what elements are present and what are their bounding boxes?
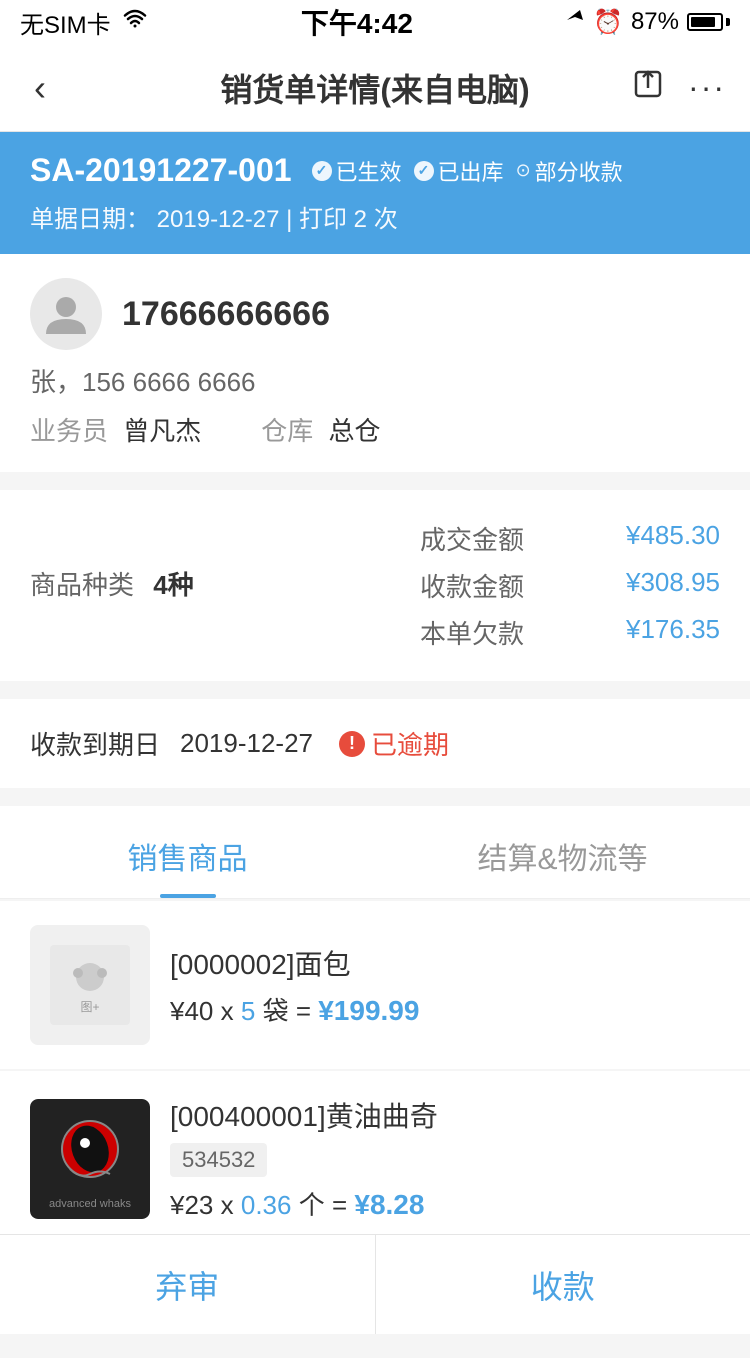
svg-text:advanced whaks: advanced whaks bbox=[49, 1198, 131, 1210]
bottom-bar: 弃审 收款 bbox=[0, 1234, 750, 1334]
customer-meta: 业务员 曾凡杰 仓库 总仓 bbox=[30, 411, 720, 448]
product-sku-2: 534532 bbox=[170, 1143, 267, 1177]
stats-left: 商品种类 4种 bbox=[30, 520, 194, 651]
battery-icon bbox=[687, 13, 730, 31]
product-price-2: ¥23 x 0.36 个 = ¥8.28 bbox=[170, 1185, 720, 1222]
customer-section: 17666666666 张，156 6666 6666 业务员 曾凡杰 仓库 总… bbox=[0, 254, 750, 472]
product-thumbnail-1: 图+ bbox=[30, 925, 150, 1045]
avatar bbox=[30, 278, 102, 350]
header-banner: SA-20191227-001 ✓ 已生效 ✓ 已出库 ⊙ 部分收款 单据日期：… bbox=[0, 132, 750, 254]
stats-section: 商品种类 4种 成交金额 ¥485.30 收款金额 ¥308.95 本单欠款 ¥… bbox=[0, 490, 750, 681]
overdue-text: 已逾期 bbox=[371, 725, 449, 762]
badge-effective: ✓ 已生效 bbox=[312, 155, 402, 187]
status-right: ⏰ 87% bbox=[565, 8, 730, 37]
clock-icon: ⊙ bbox=[516, 160, 531, 181]
customer-id: 17666666666 bbox=[122, 295, 330, 334]
product-price-1: ¥40 x 5 袋 = ¥199.99 bbox=[170, 991, 720, 1028]
list-item: advanced whaks [000400001]黄油曲奇 534532 ¥2… bbox=[0, 1071, 750, 1246]
battery-percentage: 87% bbox=[631, 8, 679, 36]
more-icon[interactable]: ··· bbox=[688, 69, 726, 106]
product-info-2: [000400001]黄油曲奇 534532 ¥23 x 0.36 个 = ¥8… bbox=[170, 1095, 720, 1222]
status-carrier: 无SIM卡 bbox=[20, 5, 149, 40]
warehouse-info: 仓库 总仓 bbox=[261, 411, 380, 448]
divider-1 bbox=[0, 474, 750, 490]
status-bar: 无SIM卡 下午4:42 ⏰ 87% bbox=[0, 0, 750, 44]
stats-right: 成交金额 ¥485.30 收款金额 ¥308.95 本单欠款 ¥176.35 bbox=[420, 520, 720, 651]
divider-3 bbox=[0, 790, 750, 806]
abandon-review-button[interactable]: 弃审 bbox=[0, 1235, 376, 1334]
list-item: 图+ [0000002]面包 ¥40 x 5 袋 = ¥199.99 bbox=[0, 901, 750, 1069]
nav-bar: ‹ 销货单详情(来自电脑) ··· bbox=[0, 44, 750, 132]
payment-due-section: 收款到期日 2019-12-27 ! 已逾期 bbox=[0, 699, 750, 788]
debt-amount-row: 本单欠款 ¥176.35 bbox=[420, 614, 720, 651]
check-icon-2: ✓ bbox=[414, 161, 434, 181]
location-icon bbox=[565, 8, 585, 37]
check-icon-1: ✓ bbox=[312, 161, 332, 181]
received-amount-row: 收款金额 ¥308.95 bbox=[420, 567, 720, 604]
wifi-icon bbox=[121, 8, 149, 37]
category-info: 商品种类 4种 bbox=[30, 565, 194, 602]
tab-sales-products[interactable]: 销售商品 bbox=[0, 806, 375, 898]
back-button[interactable]: ‹ bbox=[24, 57, 56, 119]
customer-name-phone: 张，156 6666 6666 bbox=[30, 362, 720, 399]
overdue-icon: ! bbox=[339, 731, 365, 757]
staff-info: 业务员 曾凡杰 bbox=[30, 411, 201, 448]
tab-settlement-logistics[interactable]: 结算&物流等 bbox=[375, 806, 750, 898]
product-list: 图+ [0000002]面包 ¥40 x 5 袋 = ¥199.99 bbox=[0, 901, 750, 1246]
share-icon[interactable] bbox=[632, 68, 664, 107]
carrier-text: 无SIM卡 bbox=[20, 5, 111, 40]
tabs-section: 销售商品 结算&物流等 bbox=[0, 806, 750, 899]
badge-shipped: ✓ 已出库 bbox=[414, 155, 504, 187]
status-time: 下午4:42 bbox=[301, 2, 413, 42]
nav-actions: ··· bbox=[632, 68, 726, 107]
divider-2 bbox=[0, 683, 750, 699]
overdue-badge: ! 已逾期 bbox=[339, 725, 449, 762]
badges: ✓ 已生效 ✓ 已出库 ⊙ 部分收款 bbox=[312, 155, 623, 187]
product-thumbnail-2: advanced whaks bbox=[30, 1099, 150, 1219]
order-date-info: 单据日期： 2019-12-27 | 打印 2 次 bbox=[30, 199, 720, 234]
page-title: 销货单详情(来自电脑) bbox=[220, 65, 529, 111]
order-id: SA-20191227-001 bbox=[30, 152, 292, 189]
collect-payment-button[interactable]: 收款 bbox=[376, 1235, 750, 1334]
badge-partial: ⊙ 部分收款 bbox=[516, 155, 623, 187]
tabs-row: 销售商品 结算&物流等 bbox=[0, 806, 750, 899]
product-name-2: [000400001]黄油曲奇 bbox=[170, 1095, 720, 1135]
product-name-1: [0000002]面包 bbox=[170, 943, 720, 983]
svg-text:图+: 图+ bbox=[80, 1000, 99, 1014]
deal-amount-row: 成交金额 ¥485.30 bbox=[420, 520, 720, 557]
product-info-1: [0000002]面包 ¥40 x 5 袋 = ¥199.99 bbox=[170, 943, 720, 1028]
alarm-icon: ⏰ bbox=[593, 8, 623, 37]
